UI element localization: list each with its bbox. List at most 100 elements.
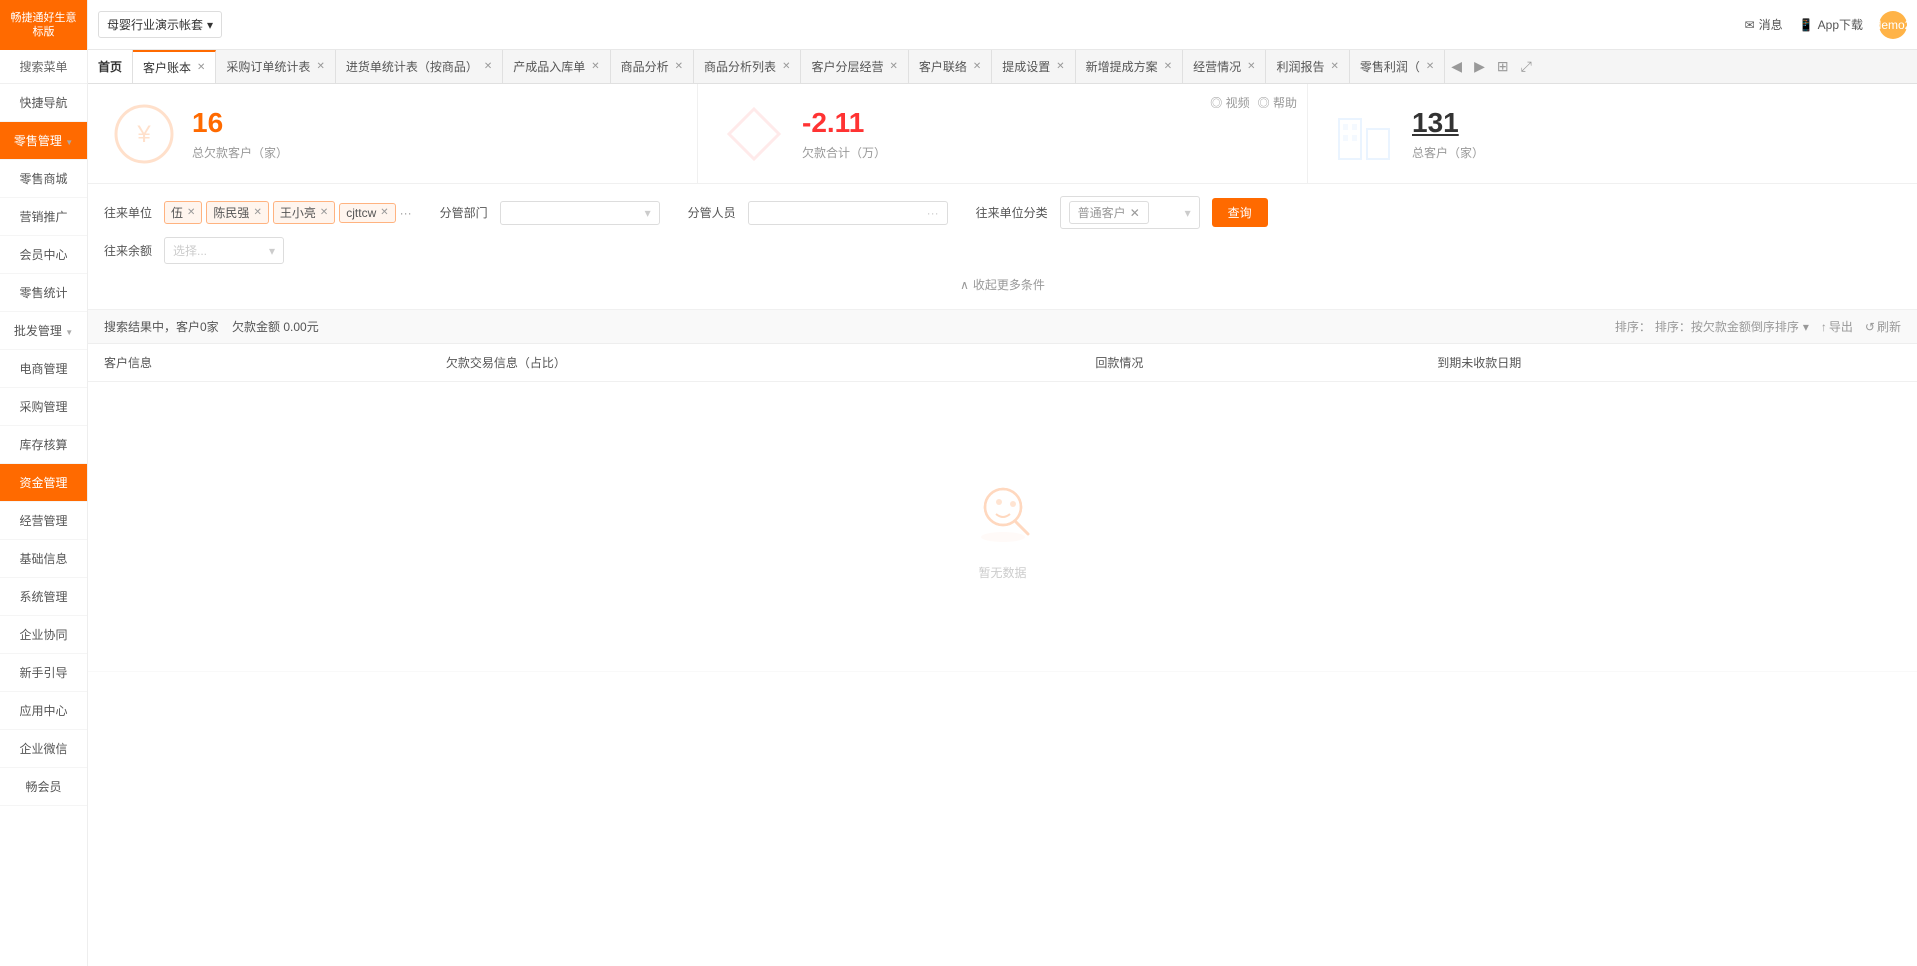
sidebar-item-inventory[interactable]: 库存核算 (0, 426, 87, 464)
total-receivable-value: -2.11 (802, 106, 1283, 140)
remove-chen-tag[interactable]: ✕ (253, 207, 261, 218)
tab-product-analysis-list[interactable]: 商品分析列表 ✕ (694, 50, 801, 83)
logo-text: 畅捷通好生意 标版 (11, 11, 77, 40)
total-customers-value: 16 (192, 106, 673, 140)
export-button[interactable]: ↑ 导出 (1821, 318, 1853, 335)
empty-data-icon (963, 472, 1043, 552)
tab-customer-segment[interactable]: 客户分层经营 ✕ (801, 50, 908, 83)
tab-product-inbound[interactable]: 产成品入库单 ✕ (503, 50, 610, 83)
tab-bar: 首页 客户账本 ✕ 采购订单统计表 ✕ 进货单统计表（按商品） ✕ 产成品入库单… (88, 50, 1917, 84)
sidebar-item-marketing[interactable]: 营销推广 (0, 198, 87, 236)
app-download-button[interactable]: 📱 App下载 (1799, 16, 1863, 33)
unit-category-select[interactable]: 普通客户 ✕ ▾ (1060, 196, 1200, 229)
message-icon: ✉ (1745, 18, 1755, 32)
data-table: 客户信息 欠款交易信息（占比） 回款情况 到期未收款日期 (88, 344, 1917, 672)
sidebar-item-retail-mall[interactable]: 零售商城 (0, 160, 87, 198)
filter-tag-cjttcw: cjttcw ✕ (339, 203, 395, 223)
tab-profit-report[interactable]: 利润报告 ✕ (1266, 50, 1349, 83)
sidebar-item-purchase-mgmt[interactable]: 采购管理 (0, 388, 87, 426)
tab-customer-ledger[interactable]: 客户账本 ✕ (133, 50, 216, 83)
remove-wang-tag[interactable]: ✕ (320, 207, 328, 218)
tab-close-icon[interactable]: ✕ (591, 61, 599, 72)
sidebar-item-operations-mgmt[interactable]: 经营管理 (0, 502, 87, 540)
help-doc-link[interactable]: ◎ 帮助 (1258, 94, 1297, 111)
tab-add-promo-plan[interactable]: 新增提成方案 ✕ (1076, 50, 1183, 83)
topbar: 母婴行业演示帐套 ▾ ✉ 消息 📱 App下载 demo2 (88, 0, 1917, 50)
tab-product-analysis[interactable]: 商品分析 ✕ (611, 50, 694, 83)
collapse-more-button[interactable]: ∧ 收起更多条件 (104, 272, 1901, 297)
sidebar-item-vip[interactable]: 畅会员 (0, 768, 87, 806)
remove-cjttcw-tag[interactable]: ✕ (380, 207, 388, 218)
tab-purchase-order-stats[interactable]: 采购订单统计表 ✕ (216, 50, 335, 83)
svg-text:¥: ¥ (136, 121, 151, 148)
phone-icon: 📱 (1799, 18, 1814, 32)
empty-state: 暂无数据 (104, 392, 1901, 661)
account-selector[interactable]: 母婴行业演示帐套 ▾ (98, 11, 222, 38)
user-avatar[interactable]: demo2 (1879, 11, 1907, 39)
dept-filter-label: 分管部门 (440, 204, 488, 221)
tab-fullscreen-button[interactable]: ⤢ (1515, 50, 1538, 83)
account-name: 母婴行业演示帐套 (107, 16, 203, 33)
tab-operations[interactable]: 经营情况 ✕ (1183, 50, 1266, 83)
tab-prev-button[interactable]: ◀ (1445, 50, 1468, 83)
tab-more-button[interactable]: ⊞ (1491, 50, 1515, 83)
tab-inbound-stats[interactable]: 进货单统计表（按商品） ✕ (336, 50, 503, 83)
tab-close-icon[interactable]: ✕ (1247, 61, 1255, 72)
sort-label: 排序： (1615, 318, 1651, 335)
sidebar-item-basic-info[interactable]: 基础信息 (0, 540, 87, 578)
empty-label: 暂无数据 (978, 564, 1026, 581)
tab-close-icon[interactable]: ✕ (1056, 61, 1064, 72)
tab-promo-settings[interactable]: 提成设置 ✕ (992, 50, 1075, 83)
refresh-button[interactable]: ↺ 刷新 (1865, 318, 1901, 335)
tab-close-icon[interactable]: ✕ (1331, 61, 1339, 72)
col-due-date: 到期未收款日期 (1421, 344, 1917, 382)
stat-total-receivable: -2.11 欠款合计（万） ◎ 视频 ◎ 帮助 (698, 84, 1308, 183)
filter-row-1: 往来单位 伍 ✕ 陈民强 ✕ 王小亮 ✕ cjttcw (104, 196, 1901, 229)
sidebar-item-newbie[interactable]: 新手引导 (0, 654, 87, 692)
sidebar-item-system-mgmt[interactable]: 系统管理 (0, 578, 87, 616)
tab-close-icon[interactable]: ✕ (316, 61, 324, 72)
tab-close-icon[interactable]: ✕ (973, 61, 981, 72)
sidebar-item-retail-mgmt[interactable]: 零售管理 ▼ (0, 122, 87, 160)
sidebar-item-wholesale-mgmt[interactable]: 批发管理 ▼ (0, 312, 87, 350)
tab-close-icon[interactable]: ✕ (782, 61, 790, 72)
stat-total-customers: ¥ 16 总欠款客户（家） (88, 84, 698, 183)
tab-home[interactable]: 首页 (88, 50, 133, 83)
tab-next-button[interactable]: ▶ (1468, 50, 1491, 83)
chevron-down-icon: ▾ (207, 18, 213, 32)
col-customer-info: 客户信息 (88, 344, 430, 382)
building-icon (1332, 102, 1396, 166)
tab-close-icon[interactable]: ✕ (889, 61, 897, 72)
sidebar-item-enterprise-weixin[interactable]: 企业微信 (0, 730, 87, 768)
dept-select[interactable]: ▾ (500, 201, 660, 225)
tab-close-icon[interactable]: ✕ (1426, 61, 1434, 72)
tab-customer-contact[interactable]: 客户联络 ✕ (909, 50, 992, 83)
diamond-icon (722, 102, 786, 166)
sidebar-item-finance[interactable]: 资金管理 (0, 464, 87, 502)
sidebar: 畅捷通好生意 标版 搜索菜单 快捷导航 零售管理 ▼ 零售商城 营销推广 会员中… (0, 0, 88, 966)
help-video-link[interactable]: ◎ 视频 (1210, 94, 1249, 111)
messages-button[interactable]: ✉ 消息 (1745, 16, 1783, 33)
sidebar-item-retail-stats[interactable]: 零售统计 (0, 274, 87, 312)
sidebar-item-ecommerce[interactable]: 电商管理 (0, 350, 87, 388)
tab-close-icon[interactable]: ✕ (1164, 61, 1172, 72)
remaining-select[interactable]: 选择... ▾ (164, 237, 284, 264)
sidebar-item-app-center[interactable]: 应用中心 (0, 692, 87, 730)
tab-retail-profit[interactable]: 零售利润（ ✕ (1350, 50, 1445, 83)
filter-more-tags[interactable]: ··· (400, 206, 412, 220)
tab-close-icon[interactable]: ✕ (197, 62, 205, 73)
sidebar-item-search[interactable]: 搜索菜单 (0, 50, 87, 84)
results-bar: 搜索结果中，客户0家 欠款金额 0.00元 排序： 排序：按欠款金额倒序排序 ▾… (88, 310, 1917, 344)
filter-tag-wu: 伍 ✕ (164, 201, 202, 224)
remove-wu-tag[interactable]: ✕ (187, 207, 195, 218)
sidebar-item-member-center[interactable]: 会员中心 (0, 236, 87, 274)
sidebar-item-enterprise-coop[interactable]: 企业协同 (0, 616, 87, 654)
sort-select[interactable]: 排序： 排序：按欠款金额倒序排序 ▾ (1615, 318, 1809, 335)
unit-category-label: 往来单位分类 (976, 204, 1048, 221)
remove-customer-type[interactable]: ✕ (1130, 206, 1140, 220)
sidebar-item-quick-nav[interactable]: 快捷导航 (0, 84, 87, 122)
tab-close-icon[interactable]: ✕ (484, 61, 492, 72)
manager-select[interactable]: ··· (748, 201, 948, 225)
query-button[interactable]: 查询 (1212, 198, 1268, 227)
tab-close-icon[interactable]: ✕ (675, 61, 683, 72)
